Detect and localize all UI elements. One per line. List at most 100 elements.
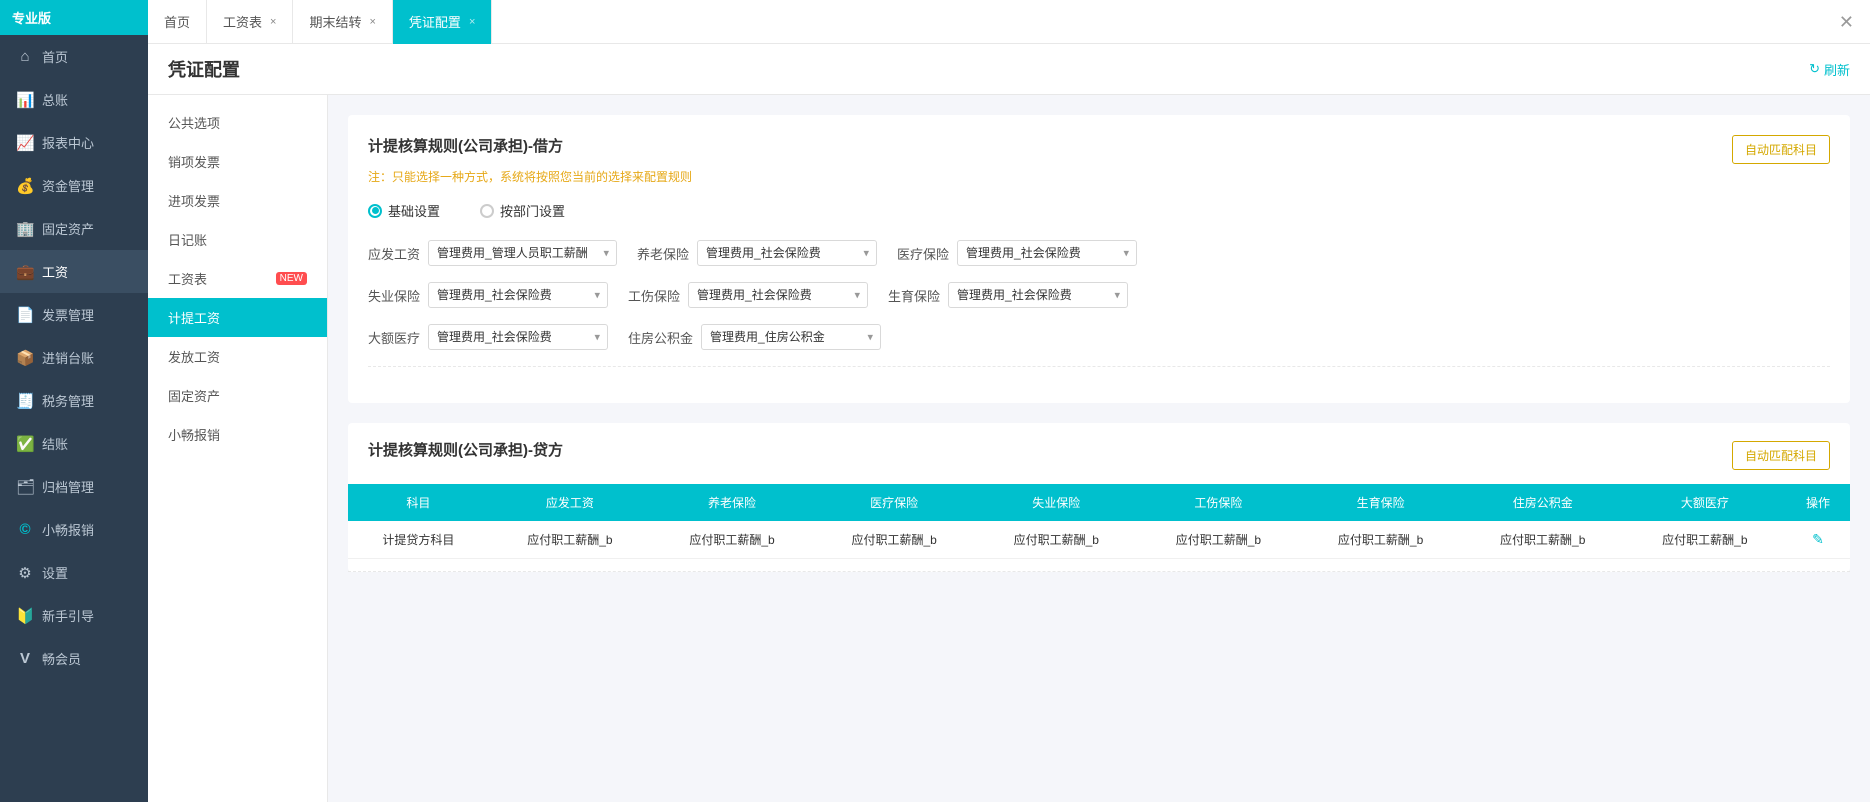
select-yfgz-wrapper[interactable]: 管理费用_管理人员职工薪酬 — [428, 240, 617, 266]
select-gjj[interactable]: 管理费用_住房公积金 — [701, 324, 881, 350]
debit-section: 计提核算规则(公司承担)-借方 注：只能选择一种方式，系统将按照您当前的选择来配… — [348, 115, 1850, 403]
refresh-icon: ↻ — [1809, 61, 1820, 77]
left-nav-public-options[interactable]: 公共选项 — [148, 103, 327, 142]
select-ylbx2-wrapper[interactable]: 管理费用_社会保险费 — [957, 240, 1137, 266]
select-ylbx-wrapper[interactable]: 管理费用_社会保险费 — [697, 240, 877, 266]
select-sybx2[interactable]: 管理费用_社会保险费 — [948, 282, 1128, 308]
new-badge: NEW — [276, 272, 307, 285]
credit-divider — [348, 571, 1850, 572]
left-nav-purchase-invoice[interactable]: 进项发票 — [148, 181, 327, 220]
radio-dept-label: 按部门设置 — [500, 201, 565, 220]
debit-auto-match-button[interactable]: 自动匹配科目 — [1732, 135, 1830, 164]
sidebar-item-salary[interactable]: 💼 工资 — [0, 250, 148, 293]
sidebar-item-label: 首页 — [42, 47, 68, 66]
select-sybx2-wrapper[interactable]: 管理费用_社会保险费 — [948, 282, 1128, 308]
sidebar-item-invoice[interactable]: 📄 发票管理 — [0, 293, 148, 336]
sidebar-item-home[interactable]: ⌂ 首页 — [0, 35, 148, 78]
credit-auto-match-button[interactable]: 自动匹配科目 — [1732, 441, 1830, 470]
select-yfgz[interactable]: 管理费用_管理人员职工薪酬 — [428, 240, 617, 266]
sidebar-item-general-ledger[interactable]: 📊 总账 — [0, 78, 148, 121]
sidebar-item-xiao-chang-expense[interactable]: © 小畅报销 — [0, 508, 148, 551]
table-header-row: 科目 应发工资 养老保险 医疗保险 失业保险 工伤保险 生育保险 住房公积金 大… — [348, 484, 1850, 521]
select-gsbx[interactable]: 管理费用_社会保险费 — [688, 282, 868, 308]
sidebar-item-label: 小畅报销 — [42, 520, 94, 539]
sidebar-item-funds[interactable]: 💰 资金管理 — [0, 164, 148, 207]
th-gjj: 住房公积金 — [1462, 484, 1624, 521]
th-sybx2: 生育保险 — [1300, 484, 1462, 521]
sidebar-item-label: 税务管理 — [42, 391, 94, 410]
top-tab-bar: 首页 工资表 × 期末结转 × 凭证配置 × ✕ — [148, 0, 1870, 44]
tab-voucher-config-label: 凭证配置 — [409, 12, 461, 31]
tab-period-close-label: 期末结转 — [309, 12, 361, 31]
radio-basic-circle — [368, 204, 382, 218]
field-gsbx: 工伤保险 管理费用_社会保险费 — [628, 282, 868, 308]
label-ylbx2: 医疗保险 — [897, 244, 949, 263]
edit-row-icon[interactable]: ✎ — [1812, 531, 1824, 547]
sidebar-item-label: 固定资产 — [42, 219, 94, 238]
tab-salary-table[interactable]: 工资表 × — [207, 0, 293, 44]
tab-voucher-config[interactable]: 凭证配置 × — [393, 0, 492, 44]
window-close-button[interactable]: ✕ — [1839, 12, 1854, 33]
sidebar-item-label: 设置 — [42, 563, 68, 582]
select-sybx-wrapper[interactable]: 管理费用_社会保险费 — [428, 282, 608, 308]
cell-action[interactable]: ✎ — [1786, 521, 1850, 559]
page-title: 凭证配置 — [168, 56, 240, 82]
sidebar-item-label: 畅会员 — [42, 649, 81, 668]
tab-home[interactable]: 首页 — [148, 0, 207, 44]
sidebar-item-vip[interactable]: V 畅会员 — [0, 637, 148, 680]
radio-group-debit: 基础设置 按部门设置 — [368, 201, 1830, 220]
expense-icon: © — [16, 521, 34, 538]
close-salary-table-icon[interactable]: × — [270, 16, 276, 28]
body-layout: 公共选项 销项发票 进项发票 日记账 工资表 NEW 计提工资 发放工资 固 — [148, 95, 1870, 802]
left-nav-journal[interactable]: 日记账 — [148, 220, 327, 259]
sidebar-item-archive[interactable]: 🗂 归档管理 — [0, 465, 148, 508]
close-voucher-config-icon[interactable]: × — [469, 16, 475, 28]
select-sybx[interactable]: 管理费用_社会保险费 — [428, 282, 608, 308]
cell-yfgz: 应付职工薪酬_b — [489, 521, 651, 559]
tab-period-close[interactable]: 期末结转 × — [293, 0, 392, 44]
left-nav-calc-salary[interactable]: 计提工资 — [148, 298, 327, 337]
sidebar-item-label: 总账 — [42, 90, 68, 109]
left-nav-fixed-assets[interactable]: 固定资产 — [148, 376, 327, 415]
select-deyl[interactable]: 管理费用_社会保险费 — [428, 324, 608, 350]
cell-subject: 计提贷方科目 — [348, 521, 489, 559]
select-ylbx2[interactable]: 管理费用_社会保险费 — [957, 240, 1137, 266]
sidebar-item-purchase-sales[interactable]: 📦 进销台账 — [0, 336, 148, 379]
field-ylbx: 养老保险 管理费用_社会保险费 — [637, 240, 877, 266]
left-nav-sales-invoice[interactable]: 销项发票 — [148, 142, 327, 181]
select-gjj-wrapper[interactable]: 管理费用_住房公积金 — [701, 324, 881, 350]
th-yfgz: 应发工资 — [489, 484, 651, 521]
field-sybx2: 生育保险 管理费用_社会保险费 — [888, 282, 1128, 308]
debit-fields-row3: 大额医疗 管理费用_社会保险费 住房公积金 管理费用_住房公积金 — [368, 324, 1830, 350]
sidebar-item-reports[interactable]: 📈 报表中心 — [0, 121, 148, 164]
sidebar-item-fixed-assets[interactable]: 🏢 固定资产 — [0, 207, 148, 250]
sidebar-item-guide[interactable]: 🔰 新手引导 — [0, 594, 148, 637]
left-nav-salary-table[interactable]: 工资表 NEW — [148, 259, 327, 298]
th-gsbx: 工伤保险 — [1137, 484, 1299, 521]
debit-section-note: 注：只能选择一种方式，系统将按照您当前的选择来配置规则 — [368, 168, 692, 185]
select-gsbx-wrapper[interactable]: 管理费用_社会保险费 — [688, 282, 868, 308]
radio-basic-setting[interactable]: 基础设置 — [368, 201, 440, 220]
invoice-icon: 📄 — [16, 306, 34, 324]
fixed-assets-icon: 🏢 — [16, 220, 34, 238]
funds-icon: 💰 — [16, 177, 34, 195]
th-subject: 科目 — [348, 484, 489, 521]
close-period-close-icon[interactable]: × — [369, 16, 375, 28]
debit-fields-row1: 应发工资 管理费用_管理人员职工薪酬 养老保险 管理费用_社会保险费 — [368, 240, 1830, 266]
radio-dept-circle — [480, 204, 494, 218]
select-deyl-wrapper[interactable]: 管理费用_社会保险费 — [428, 324, 608, 350]
sidebar-item-settings[interactable]: ⚙ 设置 — [0, 551, 148, 594]
radio-dept-setting[interactable]: 按部门设置 — [480, 201, 565, 220]
left-nav-pay-salary[interactable]: 发放工资 — [148, 337, 327, 376]
sidebar-item-settlement[interactable]: ✅ 结账 — [0, 422, 148, 465]
sidebar-item-label: 进销台账 — [42, 348, 94, 367]
select-ylbx[interactable]: 管理费用_社会保险费 — [697, 240, 877, 266]
left-nav-xiao-chang-expense[interactable]: 小畅报销 — [148, 415, 327, 454]
field-yfgz: 应发工资 管理费用_管理人员职工薪酬 — [368, 240, 617, 266]
credit-section-header: 计提核算规则(公司承担)-贷方 自动匹配科目 — [348, 423, 1850, 472]
th-ylbx: 养老保险 — [651, 484, 813, 521]
field-deyl: 大额医疗 管理费用_社会保险费 — [368, 324, 608, 350]
sidebar-item-tax[interactable]: 🧾 税务管理 — [0, 379, 148, 422]
refresh-button[interactable]: ↻ 刷新 — [1809, 60, 1850, 79]
sidebar-item-label: 报表中心 — [42, 133, 94, 152]
